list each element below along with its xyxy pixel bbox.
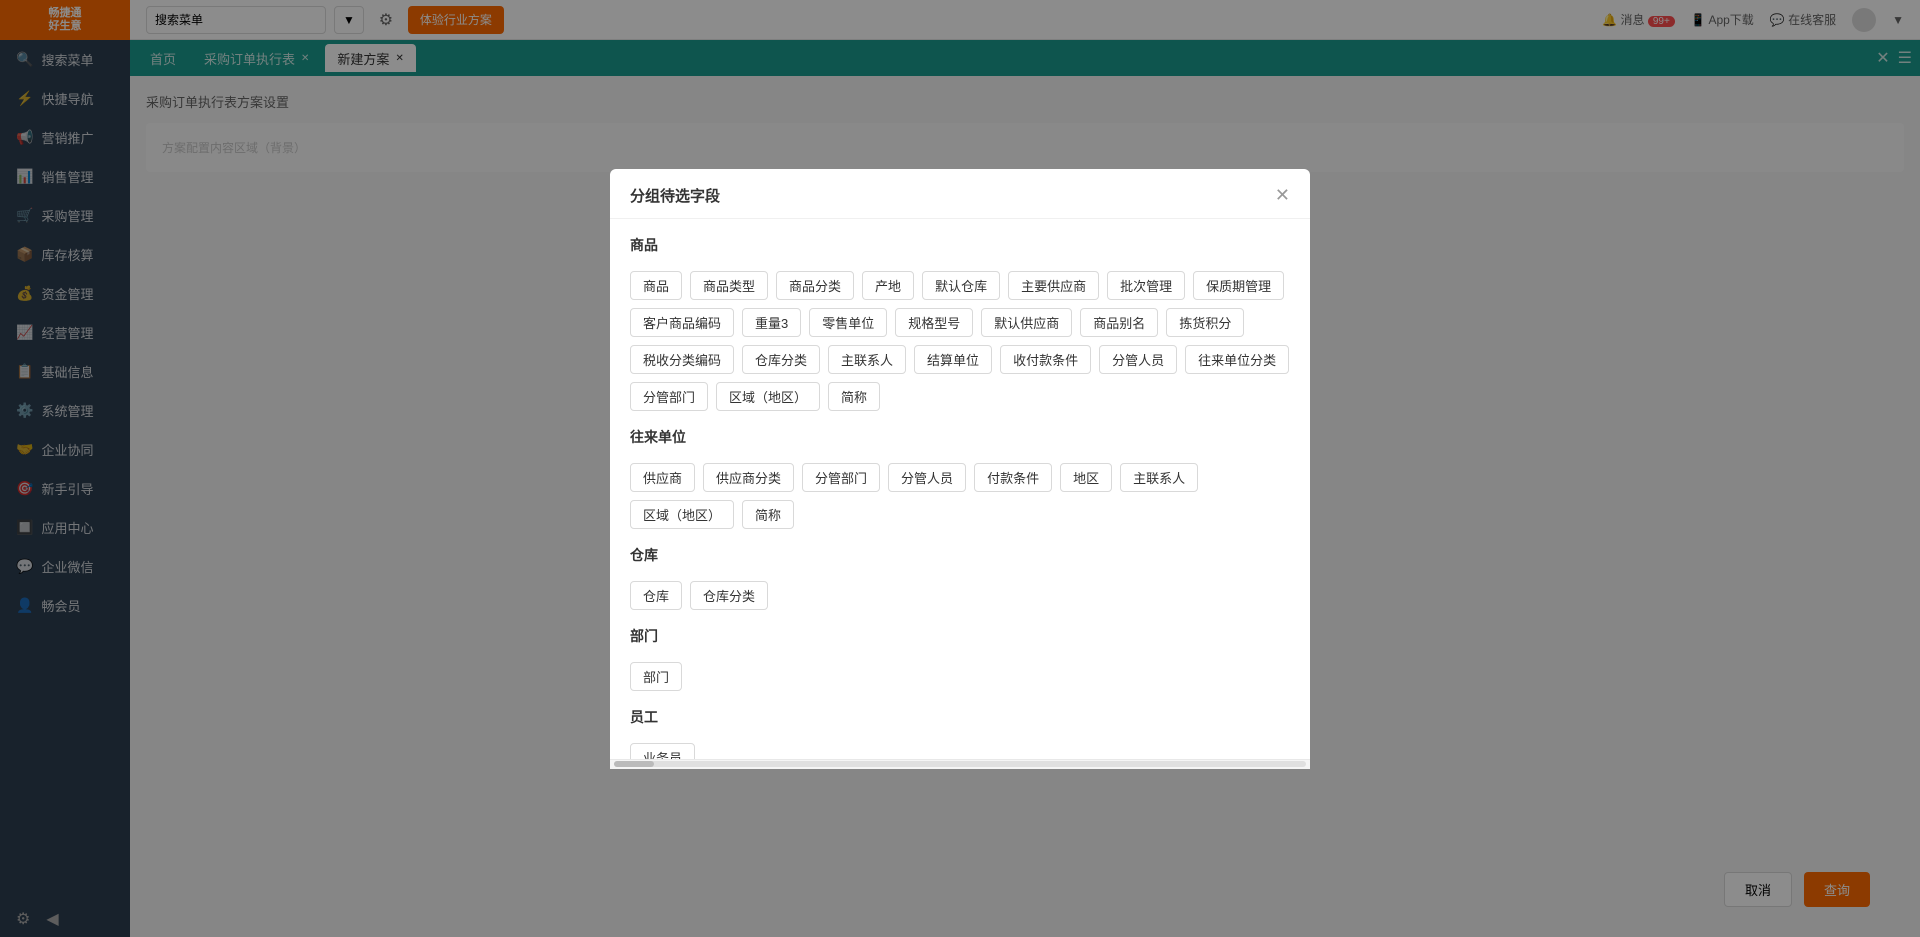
field-tag-0-2[interactable]: 商品分类 bbox=[776, 271, 854, 300]
field-tag-0-13[interactable]: 商品别名 bbox=[1080, 308, 1158, 337]
field-tag-1-0[interactable]: 供应商 bbox=[630, 463, 695, 492]
field-grid-2: 仓库仓库分类 bbox=[630, 581, 1290, 610]
section-title-2: 仓库 bbox=[630, 545, 1290, 571]
field-tag-2-0[interactable]: 仓库 bbox=[630, 581, 682, 610]
field-tag-4-0[interactable]: 业务员 bbox=[630, 743, 695, 760]
modal-close-button[interactable]: ✕ bbox=[1275, 185, 1290, 206]
field-tag-0-8[interactable]: 客户商品编码 bbox=[630, 308, 734, 337]
modal-body[interactable]: 商品商品商品类型商品分类产地默认仓库主要供应商批次管理保质期管理客户商品编码重量… bbox=[610, 219, 1310, 760]
hscroll-track bbox=[614, 761, 1306, 767]
modal-header: 分组待选字段 ✕ bbox=[610, 169, 1310, 219]
field-tag-1-2[interactable]: 分管部门 bbox=[802, 463, 880, 492]
section-title-4: 员工 bbox=[630, 707, 1290, 733]
field-tag-0-1[interactable]: 商品类型 bbox=[690, 271, 768, 300]
field-tag-0-20[interactable]: 分管人员 bbox=[1099, 345, 1177, 374]
field-tag-1-8[interactable]: 简称 bbox=[742, 500, 794, 529]
field-tag-0-22[interactable]: 分管部门 bbox=[630, 382, 708, 411]
field-tag-0-4[interactable]: 默认仓库 bbox=[922, 271, 1000, 300]
field-grid-3: 部门 bbox=[630, 662, 1290, 691]
field-tag-0-16[interactable]: 仓库分类 bbox=[742, 345, 820, 374]
field-grid-0: 商品商品类型商品分类产地默认仓库主要供应商批次管理保质期管理客户商品编码重量3 零… bbox=[630, 271, 1290, 411]
field-tag-0-7[interactable]: 保质期管理 bbox=[1193, 271, 1284, 300]
hscroll-thumb bbox=[614, 761, 654, 767]
field-grid-1: 供应商供应商分类分管部门分管人员付款条件地区主联系人区域（地区） 简称 bbox=[630, 463, 1290, 529]
field-grid-4: 业务员 bbox=[630, 743, 1290, 760]
field-tag-0-24[interactable]: 简称 bbox=[828, 382, 880, 411]
modal-title: 分组待选字段 bbox=[630, 185, 720, 206]
field-tag-0-3[interactable]: 产地 bbox=[862, 271, 914, 300]
field-tag-1-7[interactable]: 区域（地区） bbox=[630, 500, 734, 529]
field-tag-1-5[interactable]: 地区 bbox=[1060, 463, 1112, 492]
field-tag-1-1[interactable]: 供应商分类 bbox=[703, 463, 794, 492]
field-tag-1-3[interactable]: 分管人员 bbox=[888, 463, 966, 492]
field-tag-0-10[interactable]: 零售单位 bbox=[809, 308, 887, 337]
field-tag-0-9[interactable]: 重量3 bbox=[742, 308, 801, 337]
field-tag-0-14[interactable]: 拣货积分 bbox=[1166, 308, 1244, 337]
field-tag-0-12[interactable]: 默认供应商 bbox=[981, 308, 1072, 337]
field-tag-0-5[interactable]: 主要供应商 bbox=[1008, 271, 1099, 300]
field-tag-1-4[interactable]: 付款条件 bbox=[974, 463, 1052, 492]
field-tag-0-0[interactable]: 商品 bbox=[630, 271, 682, 300]
section-title-1: 往来单位 bbox=[630, 427, 1290, 453]
modal-overlay: 分组待选字段 ✕ 商品商品商品类型商品分类产地默认仓库主要供应商批次管理保质期管… bbox=[0, 0, 1920, 937]
field-tag-0-15[interactable]: 税收分类编码 bbox=[630, 345, 734, 374]
field-tag-0-21[interactable]: 往来单位分类 bbox=[1185, 345, 1289, 374]
field-tag-1-6[interactable]: 主联系人 bbox=[1120, 463, 1198, 492]
field-tag-0-23[interactable]: 区域（地区） bbox=[716, 382, 820, 411]
section-title-3: 部门 bbox=[630, 626, 1290, 652]
modal-dialog: 分组待选字段 ✕ 商品商品商品类型商品分类产地默认仓库主要供应商批次管理保质期管… bbox=[610, 169, 1310, 769]
field-tag-2-1[interactable]: 仓库分类 bbox=[690, 581, 768, 610]
field-tag-0-19[interactable]: 收付款条件 bbox=[1000, 345, 1091, 374]
section-title-0: 商品 bbox=[630, 235, 1290, 261]
modal-hscroll bbox=[610, 759, 1310, 768]
field-tag-0-18[interactable]: 结算单位 bbox=[914, 345, 992, 374]
field-tag-3-0[interactable]: 部门 bbox=[630, 662, 682, 691]
field-tag-0-6[interactable]: 批次管理 bbox=[1107, 271, 1185, 300]
field-tag-0-11[interactable]: 规格型号 bbox=[895, 308, 973, 337]
field-tag-0-17[interactable]: 主联系人 bbox=[828, 345, 906, 374]
